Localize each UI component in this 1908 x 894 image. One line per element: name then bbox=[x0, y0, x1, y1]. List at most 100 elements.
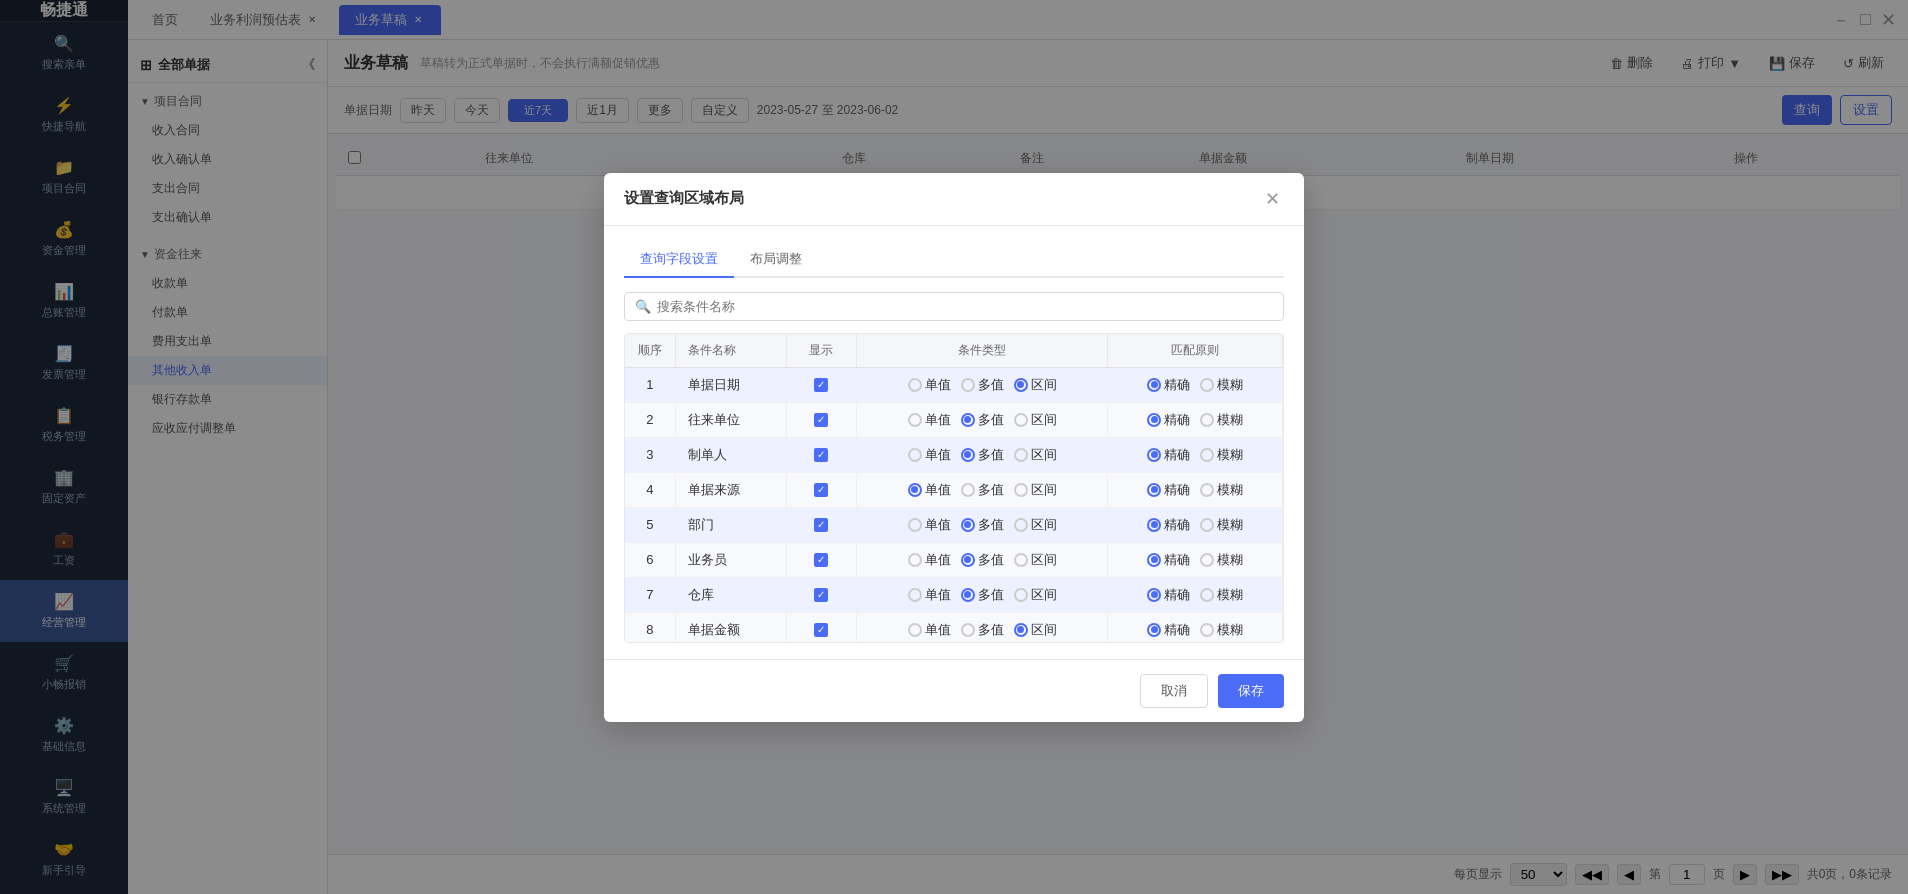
row-type[interactable]: 单值多值区间 bbox=[857, 402, 1108, 437]
radio-label: 单值 bbox=[925, 551, 951, 569]
type-option-区间[interactable]: 区间 bbox=[1014, 586, 1057, 604]
row-show[interactable]: ✓ bbox=[786, 577, 857, 612]
row-type[interactable]: 单值多值区间 bbox=[857, 577, 1108, 612]
radio-circle bbox=[1014, 483, 1028, 497]
row-match[interactable]: 精确模糊 bbox=[1108, 507, 1283, 542]
row-order: 3 bbox=[625, 437, 675, 472]
modal-close-btn[interactable]: ✕ bbox=[1260, 187, 1284, 211]
row-show[interactable]: ✓ bbox=[786, 472, 857, 507]
type-option-单值[interactable]: 单值 bbox=[908, 586, 951, 604]
show-checkbox[interactable]: ✓ bbox=[814, 553, 828, 567]
show-checkbox[interactable]: ✓ bbox=[814, 378, 828, 392]
row-match[interactable]: 精确模糊 bbox=[1108, 612, 1283, 643]
type-option-单值[interactable]: 单值 bbox=[908, 411, 951, 429]
radio-label: 精确 bbox=[1164, 376, 1190, 394]
type-option-单值[interactable]: 单值 bbox=[908, 621, 951, 639]
row-match[interactable]: 精确 模糊 bbox=[1108, 472, 1283, 507]
type-option-区间[interactable]: 区间 bbox=[1014, 621, 1057, 639]
match-option-模糊[interactable]: 模糊 bbox=[1200, 411, 1243, 429]
show-checkbox[interactable]: ✓ bbox=[814, 413, 828, 427]
radio-label: 区间 bbox=[1031, 621, 1057, 639]
cancel-button[interactable]: 取消 bbox=[1140, 674, 1208, 708]
row-type[interactable]: 单值多值区间 bbox=[857, 367, 1108, 402]
modal-tab-query-fields[interactable]: 查询字段设置 bbox=[624, 242, 734, 278]
match-option-精确[interactable]: 精确 bbox=[1147, 586, 1190, 604]
match-option-模糊[interactable]: 模糊 bbox=[1200, 481, 1243, 499]
row-match[interactable]: 精确模糊 bbox=[1108, 367, 1283, 402]
type-option-单值[interactable]: 单值 bbox=[908, 551, 951, 569]
radio-label: 精确 bbox=[1164, 516, 1190, 534]
radio-circle bbox=[908, 518, 922, 532]
row-type[interactable]: 单值多值区间 bbox=[857, 437, 1108, 472]
type-option-单值[interactable]: 单值 bbox=[908, 376, 951, 394]
match-option-精确[interactable]: 精确 bbox=[1147, 481, 1190, 499]
show-checkbox[interactable]: ✓ bbox=[814, 518, 828, 532]
show-checkbox[interactable]: ✓ bbox=[814, 483, 828, 497]
row-show[interactable]: ✓ bbox=[786, 437, 857, 472]
settings-col-type: 条件类型 bbox=[857, 334, 1108, 368]
radio-circle bbox=[1147, 378, 1161, 392]
row-type[interactable]: 单值 多值 区间 bbox=[857, 612, 1108, 643]
type-option-单值[interactable]: 单值 bbox=[908, 481, 951, 499]
type-option-单值[interactable]: 单值 bbox=[908, 516, 951, 534]
type-option-多值[interactable]: 多值 bbox=[961, 516, 1004, 534]
match-option-精确[interactable]: 精确 bbox=[1147, 621, 1190, 639]
match-option-模糊[interactable]: 模糊 bbox=[1200, 516, 1243, 534]
type-option-单值[interactable]: 单值 bbox=[908, 446, 951, 464]
row-type[interactable]: 单值多值区间 bbox=[857, 507, 1108, 542]
type-option-多值[interactable]: 多值 bbox=[961, 586, 1004, 604]
row-order: 1 bbox=[625, 367, 675, 402]
settings-table-row: 2往来单位✓单值多值区间精确模糊 bbox=[625, 402, 1283, 437]
row-match[interactable]: 精确模糊 bbox=[1108, 577, 1283, 612]
modal-overlay[interactable]: 设置查询区域布局 ✕ 查询字段设置 布局调整 🔍 顺序 条件名 bbox=[0, 0, 1908, 894]
save-button[interactable]: 保存 bbox=[1218, 674, 1284, 708]
match-option-模糊[interactable]: 模糊 bbox=[1200, 551, 1243, 569]
radio-label: 精确 bbox=[1164, 586, 1190, 604]
type-option-多值[interactable]: 多值 bbox=[961, 411, 1004, 429]
row-type[interactable]: 单值多值区间 bbox=[857, 472, 1108, 507]
match-option-模糊[interactable]: 模糊 bbox=[1200, 621, 1243, 639]
type-option-多值[interactable]: 多值 bbox=[961, 551, 1004, 569]
settings-table-row: 6业务员✓单值多值区间精确模糊 bbox=[625, 542, 1283, 577]
type-option-多值[interactable]: 多值 bbox=[961, 446, 1004, 464]
row-show[interactable]: ✓ bbox=[786, 542, 857, 577]
type-option-多值[interactable]: 多值 bbox=[961, 481, 1004, 499]
match-option-精确[interactable]: 精确 bbox=[1147, 446, 1190, 464]
row-show[interactable]: ✓ bbox=[786, 367, 857, 402]
match-option-模糊[interactable]: 模糊 bbox=[1200, 376, 1243, 394]
type-option-区间[interactable]: 区间 bbox=[1014, 411, 1057, 429]
row-match[interactable]: 精确模糊 bbox=[1108, 542, 1283, 577]
match-option-精确[interactable]: 精确 bbox=[1147, 551, 1190, 569]
radio-label: 模糊 bbox=[1217, 481, 1243, 499]
row-show[interactable]: ✓ bbox=[786, 507, 857, 542]
row-match[interactable]: 精确模糊 bbox=[1108, 437, 1283, 472]
row-type[interactable]: 单值多值区间 bbox=[857, 542, 1108, 577]
radio-circle bbox=[961, 483, 975, 497]
row-order: 2 bbox=[625, 402, 675, 437]
radio-label: 多值 bbox=[978, 621, 1004, 639]
modal-search-input[interactable] bbox=[657, 299, 1273, 314]
row-match[interactable]: 精确模糊 bbox=[1108, 402, 1283, 437]
radio-circle bbox=[908, 448, 922, 462]
row-show[interactable]: ✓ bbox=[786, 612, 857, 643]
type-option-多值[interactable]: 多值 bbox=[961, 621, 1004, 639]
row-show[interactable]: ✓ bbox=[786, 402, 857, 437]
match-option-模糊[interactable]: 模糊 bbox=[1200, 586, 1243, 604]
match-option-精确[interactable]: 精确 bbox=[1147, 516, 1190, 534]
radio-label: 单值 bbox=[925, 411, 951, 429]
match-option-精确[interactable]: 精确 bbox=[1147, 376, 1190, 394]
type-option-多值[interactable]: 多值 bbox=[961, 376, 1004, 394]
type-option-区间[interactable]: 区间 bbox=[1014, 516, 1057, 534]
modal-tab-layout[interactable]: 布局调整 bbox=[734, 242, 818, 278]
type-option-区间[interactable]: 区间 bbox=[1014, 446, 1057, 464]
show-checkbox[interactable]: ✓ bbox=[814, 448, 828, 462]
radio-circle bbox=[1200, 553, 1214, 567]
type-option-区间[interactable]: 区间 bbox=[1014, 551, 1057, 569]
match-option-模糊[interactable]: 模糊 bbox=[1200, 446, 1243, 464]
radio-circle bbox=[1014, 378, 1028, 392]
match-option-精确[interactable]: 精确 bbox=[1147, 411, 1190, 429]
show-checkbox[interactable]: ✓ bbox=[814, 588, 828, 602]
type-option-区间[interactable]: 区间 bbox=[1014, 481, 1057, 499]
type-option-区间[interactable]: 区间 bbox=[1014, 376, 1057, 394]
show-checkbox[interactable]: ✓ bbox=[814, 623, 828, 637]
